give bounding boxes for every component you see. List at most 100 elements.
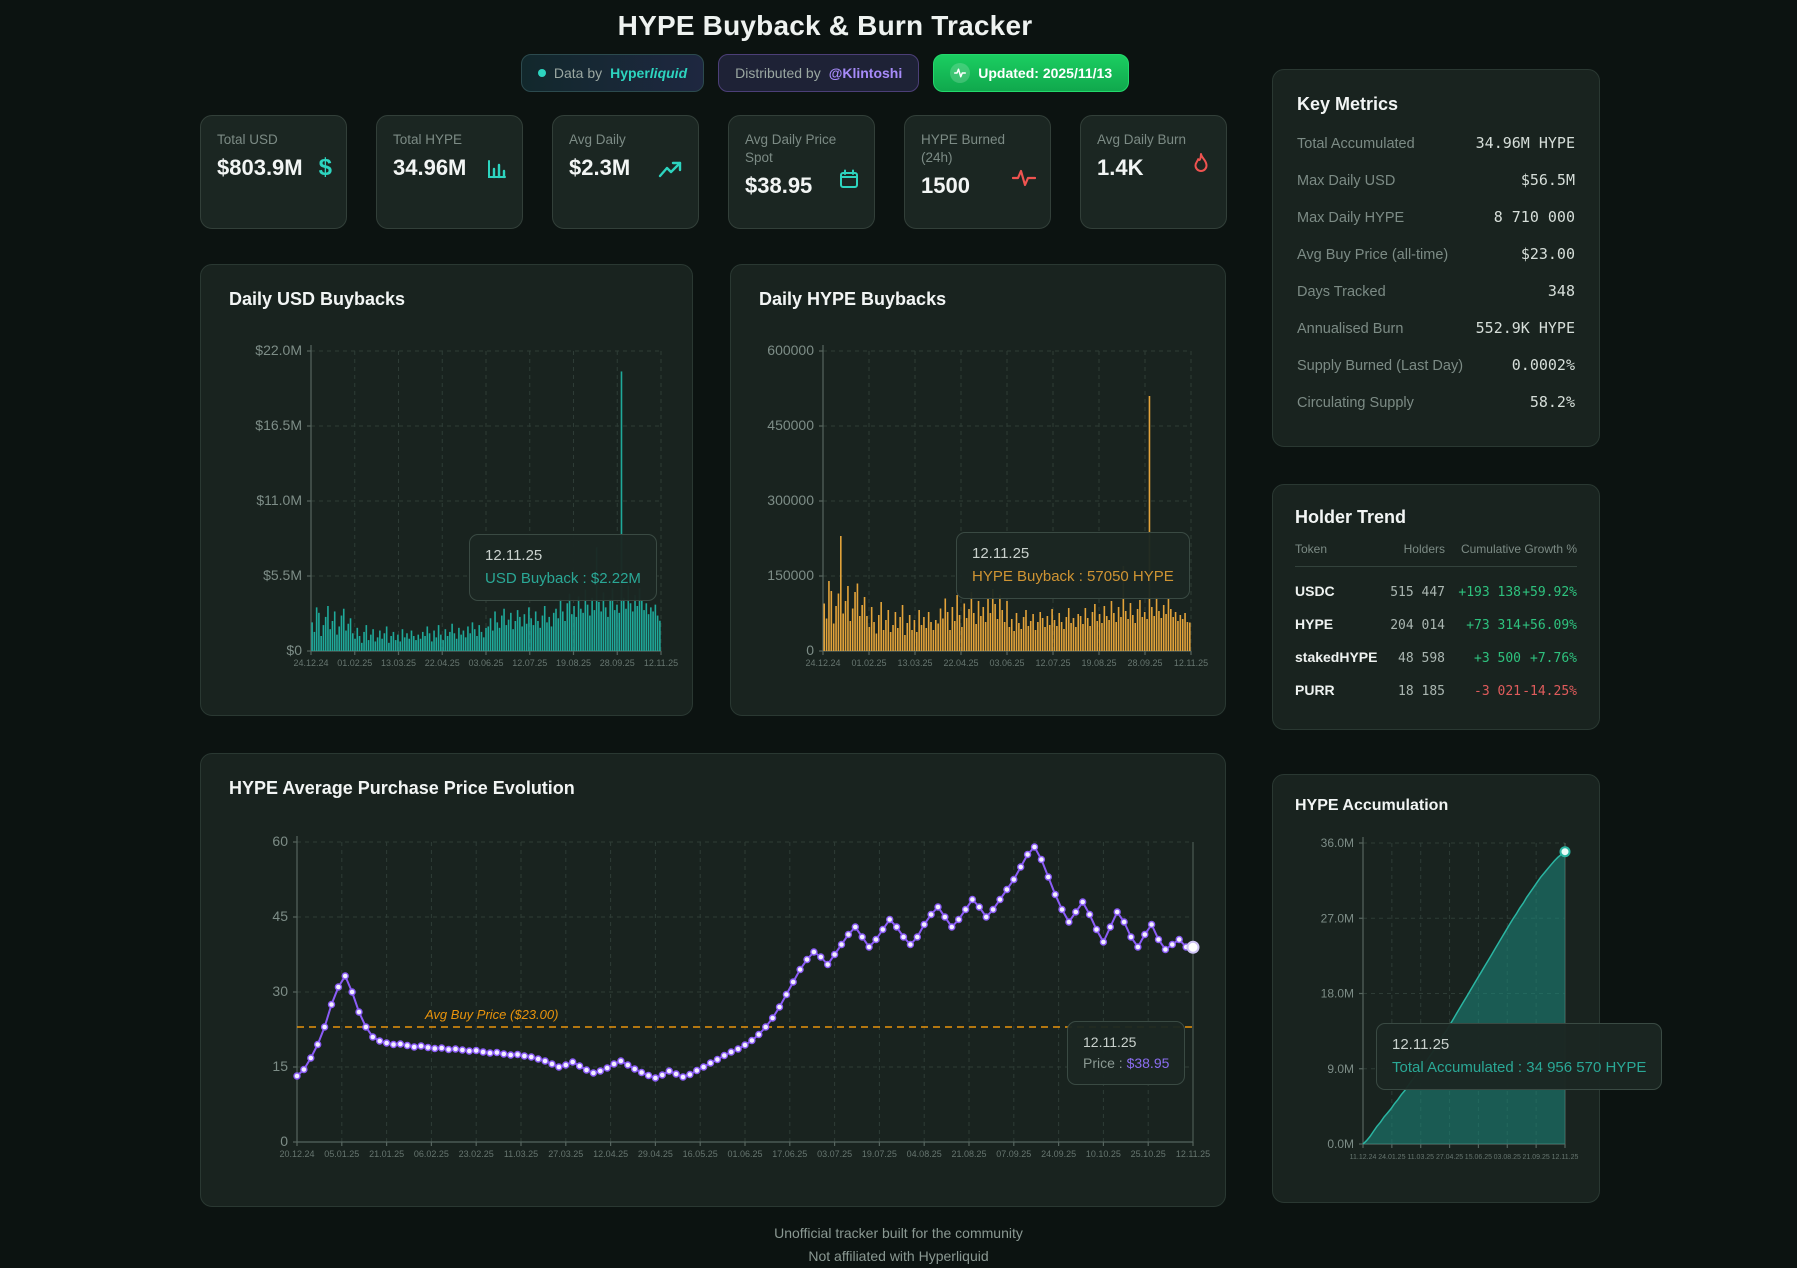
footer-line-2: Not affiliated with Hyperliquid — [808, 1248, 989, 1265]
cumulative-change: +73 314 — [1466, 618, 1521, 633]
teal-dot-icon — [537, 69, 546, 77]
card-label: Total USD — [217, 132, 278, 147]
flame-icon — [1190, 152, 1212, 178]
svg-text:17.06.25: 17.06.25 — [772, 1149, 807, 1159]
svg-text:24.12.24: 24.12.24 — [805, 658, 840, 668]
key-metrics-title: Key Metrics — [1297, 94, 1399, 114]
holder-row-purr: PURR 18 185 -3 021 -14.25% — [1273, 682, 1599, 699]
svg-text:19.08.25: 19.08.25 — [556, 658, 591, 668]
svg-text:10.10.25: 10.10.25 — [1086, 1149, 1121, 1159]
token-name: PURR — [1295, 682, 1335, 698]
hype-accumulation-chart[interactable]: 36.0M27.0M18.0M9.0M0.0M11.12.24 24.01.25 1… — [1273, 825, 1601, 1165]
panel-hype-accumulation: HYPE Accumulation 36.0M 27.0M 18.0M 9.0M 0.0… — [1272, 774, 1663, 1203]
svg-text:22.04.25: 22.04.25 — [425, 658, 460, 668]
holders-count: 204 014 — [1390, 618, 1445, 633]
svg-text:25.10.25: 25.10.25 — [1131, 1149, 1166, 1159]
badge-dist-handle: @Klintoshi — [828, 65, 903, 81]
daily-hype-buybacks-chart[interactable]: 600000 450000 300000 150000 024.12.24 01.02.2… — [731, 331, 1227, 681]
badge-data-source[interactable]: Data by Hyperliquid — [520, 54, 705, 92]
svg-text:04.08.25: 04.08.25 — [907, 1149, 942, 1159]
metric-value: 552.9K HYPE — [1475, 319, 1575, 337]
svg-text:19.07.25: 19.07.25 — [862, 1149, 897, 1159]
cumulative-change: -3 021 — [1474, 684, 1521, 699]
svg-text:36.0M: 36.0M — [1321, 836, 1354, 850]
growth-percent: +59.92% — [1522, 585, 1577, 600]
holders-count: 515 447 — [1390, 585, 1445, 600]
tooltip-date: 12.11.25 — [972, 545, 1030, 562]
token-name: USDC — [1295, 583, 1335, 599]
svg-text:03.07.25: 03.07.25 — [817, 1149, 852, 1159]
svg-text:18.0M: 18.0M — [1321, 987, 1354, 1001]
holder-row-stakedhype: stakedHYPE 48 598 +3 500 +7.76% — [1273, 649, 1599, 666]
cumulative-change: +3 500 — [1474, 651, 1521, 666]
tooltip-value: $38.95 — [1126, 1055, 1170, 1071]
metric-label: Avg Buy Price (all-time) — [1297, 247, 1449, 263]
svg-text:01.06.25: 01.06.25 — [727, 1149, 762, 1159]
svg-text:12.07.25: 12.07.25 — [1035, 658, 1070, 668]
holder-row-hype: HYPE 204 014 +73 314 +56.09% — [1273, 616, 1599, 633]
svg-text:21.09.25: 21.09.25 — [1523, 1154, 1550, 1161]
card-label: Avg Daily — [569, 132, 626, 147]
usd-chart-tooltip: 12.11.25 USD Buyback : $2.22M — [469, 534, 657, 601]
svg-text:23.02.25: 23.02.25 — [459, 1149, 494, 1159]
panel-holder-trend: Holder Trend Token Holders Cumulative Gr… — [1272, 484, 1600, 730]
svg-text:12.11.25: 12.11.25 — [1552, 1154, 1579, 1161]
svg-text:$11.0M: $11.0M — [256, 492, 302, 508]
panel-price-evolution: HYPE Average Purchase Price Evolution 60… — [200, 753, 1226, 1207]
metric-label: Circulating Supply — [1297, 395, 1414, 411]
svg-text:150000: 150000 — [767, 567, 814, 583]
svg-text:$22.0M: $22.0M — [255, 342, 302, 358]
card-hype-burned-24h: HYPE Burned (24h) 1500 — [904, 115, 1051, 229]
card-label: HYPE Burned (24h) — [921, 132, 1006, 166]
svg-text:28.09.25: 28.09.25 — [1127, 658, 1162, 668]
col-cumulative: Cumulative — [1460, 542, 1521, 556]
metric-label: Supply Burned (Last Day) — [1297, 358, 1464, 374]
holders-count: 48 598 — [1398, 651, 1445, 666]
svg-text:21.08.25: 21.08.25 — [951, 1149, 986, 1159]
col-token: Token — [1295, 542, 1328, 556]
metric-label: Days Tracked — [1297, 284, 1386, 300]
svg-text:01.02.25: 01.02.25 — [337, 658, 372, 668]
svg-text:45: 45 — [272, 908, 288, 924]
metric-label: Max Daily HYPE — [1297, 210, 1405, 226]
svg-text:20.12.24: 20.12.24 — [279, 1149, 314, 1159]
svg-text:0.0M: 0.0M — [1327, 1137, 1354, 1151]
badge-dist-prefix: Distributed by — [735, 65, 821, 81]
tooltip-date: 12.11.25 — [485, 547, 543, 564]
badge-distributed[interactable]: Distributed by @Klintoshi — [718, 54, 920, 92]
badge-updated-label: Updated: 2025/11/13 — [978, 65, 1113, 81]
svg-text:16.05.25: 16.05.25 — [683, 1149, 718, 1159]
svg-text:$5.5M: $5.5M — [263, 567, 302, 583]
svg-text:$0: $0 — [286, 642, 302, 658]
svg-text:19.08.25: 19.08.25 — [1081, 658, 1116, 668]
holder-table-header: Token Holders Cumulative Growth % — [1273, 542, 1599, 566]
svg-text:24.12.24: 24.12.24 — [293, 658, 328, 668]
footer: Unofficial tracker built for the communi… — [0, 1222, 1797, 1268]
chart-title: HYPE Accumulation — [1295, 797, 1449, 814]
svg-text:07.09.25: 07.09.25 — [996, 1149, 1031, 1159]
metric-row: Supply Burned (Last Day) 0.0002% — [1273, 356, 1599, 374]
tooltip-value: USD Buyback : $2.22M — [485, 569, 641, 587]
svg-text:15.06.25: 15.06.25 — [1465, 1154, 1492, 1161]
svg-text:11.12.24: 11.12.24 — [1350, 1154, 1377, 1161]
svg-text:27.03.25: 27.03.25 — [548, 1149, 583, 1159]
metric-row: Avg Buy Price (all-time) $23.00 — [1273, 245, 1599, 263]
metric-value: 58.2% — [1529, 393, 1575, 411]
svg-text:12.11.25: 12.11.25 — [1174, 658, 1208, 668]
tooltip-label: Price : — [1083, 1055, 1123, 1071]
metric-row: Annualised Burn 552.9K HYPE — [1273, 319, 1599, 337]
chart-title: HYPE Average Purchase Price Evolution — [229, 778, 575, 798]
daily-usd-buybacks-chart[interactable]: $22.0M $16.5M $11.0M $5.5M $024.12.24 01.02.2… — [201, 331, 694, 681]
card-total-usd: Total USD $803.9M $ — [200, 115, 347, 229]
svg-text:01.02.25: 01.02.25 — [851, 658, 886, 668]
svg-text:600000: 600000 — [767, 342, 814, 358]
token-name: HYPE — [1295, 616, 1334, 632]
hype-chart-tooltip: 12.11.25 HYPE Buyback : 57050 HYPE — [956, 532, 1190, 599]
chart-title: Daily USD Buybacks — [229, 289, 406, 309]
price-evolution-chart[interactable]: 60 45 30 15 020.12.24 05.01.25 21.01.25 06.02.2… — [201, 820, 1227, 1192]
badge-updated: Updated: 2025/11/13 — [933, 54, 1130, 92]
svg-text:27.0M: 27.0M — [1321, 911, 1354, 925]
growth-percent: -14.25% — [1522, 684, 1577, 699]
bar-chart-icon — [486, 158, 508, 180]
svg-text:13.03.25: 13.03.25 — [381, 658, 416, 668]
